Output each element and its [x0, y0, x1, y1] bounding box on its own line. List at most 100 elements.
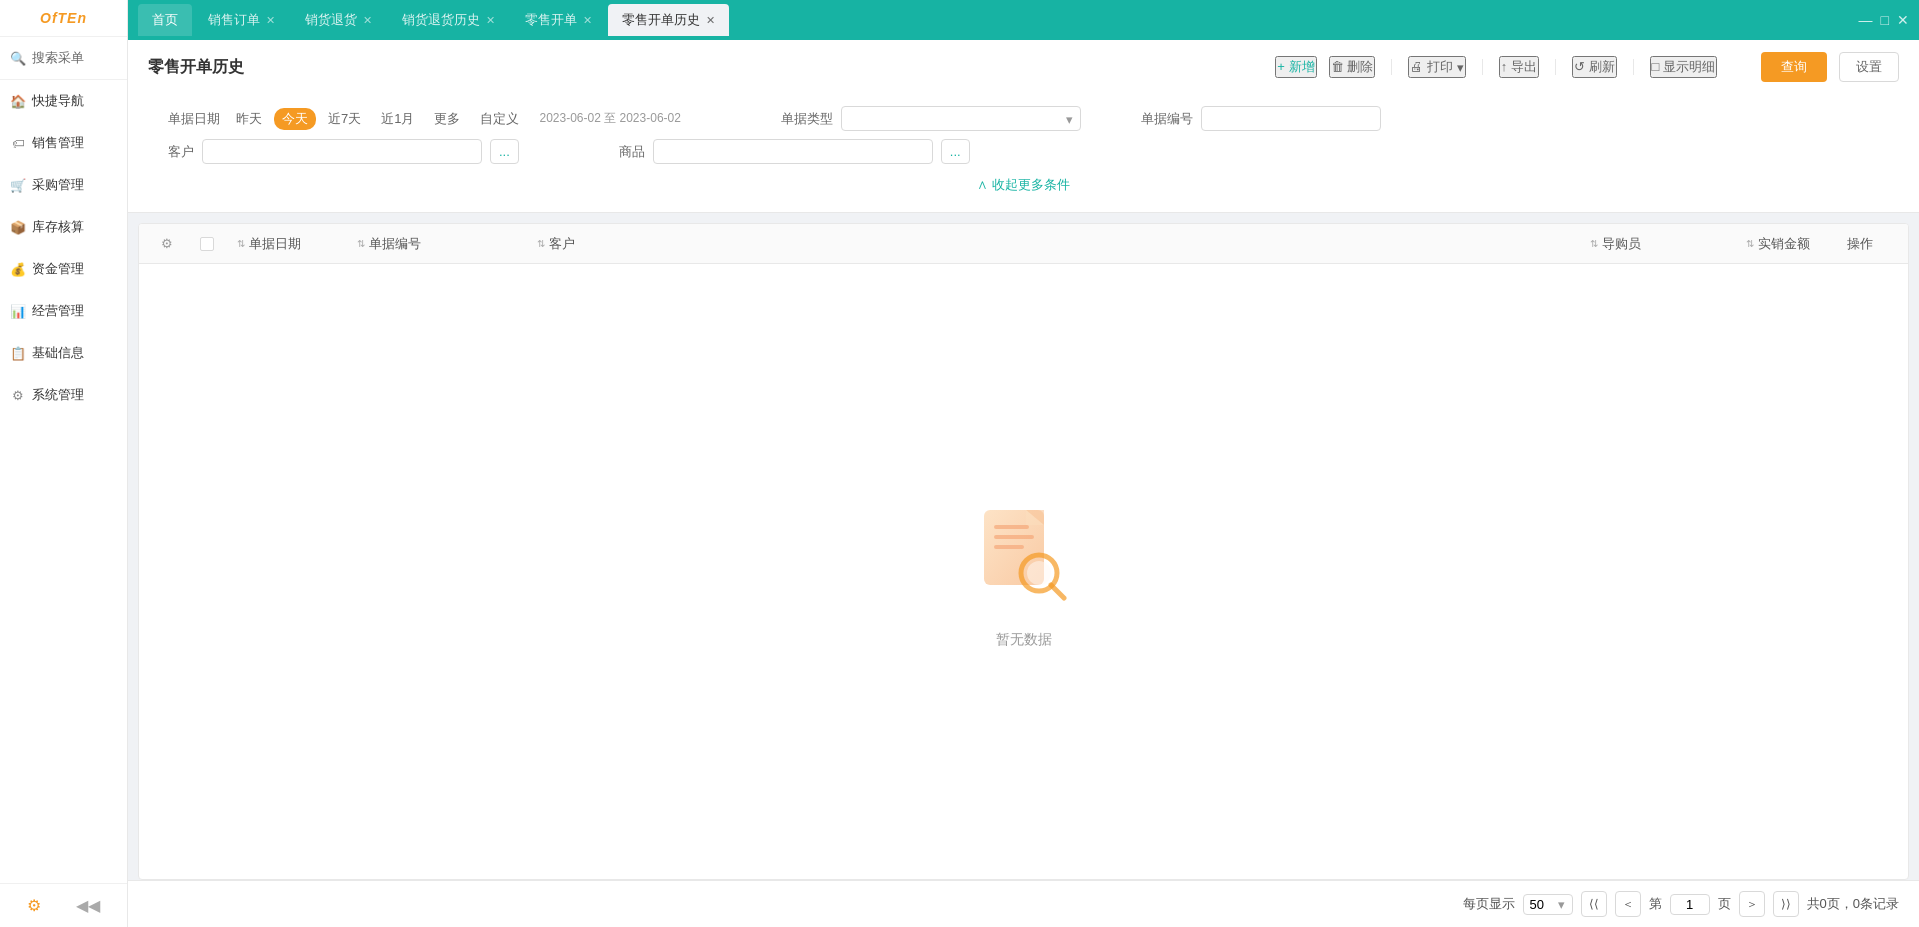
tab-retail-open-close[interactable]: ✕: [583, 14, 592, 27]
sort-number-icon[interactable]: ⇅: [357, 238, 365, 249]
table-body: 暂无数据: [139, 264, 1908, 879]
display-button[interactable]: □ 显示明细: [1650, 56, 1717, 78]
export-button[interactable]: ↑ 导出: [1499, 56, 1539, 78]
maximize-button[interactable]: □: [1881, 12, 1889, 28]
filter-row-2: 客户 ... 商品 ...: [148, 135, 1899, 168]
goods-ellipsis-button[interactable]: ...: [941, 139, 970, 164]
svg-point-7: [1027, 561, 1051, 585]
tab-retail-open-history-close[interactable]: ✕: [706, 14, 715, 27]
date-tab-more[interactable]: 更多: [426, 108, 468, 130]
query-button[interactable]: 查询: [1761, 52, 1827, 82]
date-tab-last7[interactable]: 近7天: [320, 108, 369, 130]
tab-sales-return-history[interactable]: 销货退货历史 ✕: [388, 4, 509, 36]
filter-date: 单据日期 昨天 今天 近7天 近1月 更多 自定义 2023-06-02 至 2…: [168, 108, 681, 130]
tab-home[interactable]: 首页: [138, 4, 192, 36]
collapse-button[interactable]: ∧ 收起更多条件: [977, 172, 1070, 198]
th-settings[interactable]: ⚙: [147, 228, 187, 259]
sidebar-item-label: 资金管理: [32, 260, 84, 278]
sidebar-item-quick-nav[interactable]: 🏠 快捷导航: [0, 80, 127, 122]
sidebar-search[interactable]: 🔍 搜索采单: [0, 37, 127, 80]
filter-row-1: 单据日期 昨天 今天 近7天 近1月 更多 自定义 2023-06-02 至 2…: [148, 102, 1899, 135]
doc-type-select[interactable]: [841, 106, 1081, 131]
sort-amount-icon[interactable]: ⇅: [1746, 238, 1754, 249]
page-input[interactable]: [1670, 894, 1710, 915]
set-button[interactable]: 设置: [1839, 52, 1899, 82]
tab-sales-return[interactable]: 销货退货 ✕: [291, 4, 386, 36]
svg-rect-2: [994, 535, 1034, 539]
sidebar-item-basic-info[interactable]: 📋 基础信息: [0, 332, 127, 374]
sidebar-item-label: 系统管理: [32, 386, 84, 404]
sidebar-item-inventory[interactable]: 📦 库存核算: [0, 206, 127, 248]
th-number: ⇅ 单据编号: [347, 227, 527, 261]
sidebar-search-label: 搜索采单: [32, 49, 84, 67]
sidebar-item-purchase-mgmt[interactable]: 🛒 采购管理: [0, 164, 127, 206]
brand-logo: OfTEn: [0, 0, 127, 37]
svg-rect-1: [994, 525, 1029, 529]
toolbar-divider3: [1555, 59, 1556, 75]
collapse-sidebar-icon[interactable]: ◀◀: [76, 896, 100, 915]
total-info: 共0页，0条记录: [1807, 895, 1899, 913]
close-button[interactable]: ✕: [1897, 12, 1909, 28]
first-page-button[interactable]: ⟨⟨: [1581, 891, 1607, 917]
minimize-button[interactable]: —: [1859, 12, 1873, 28]
warehouse-icon: 📦: [10, 219, 26, 235]
tab-sales-return-history-close[interactable]: ✕: [486, 14, 495, 27]
money-icon: 💰: [10, 261, 26, 277]
tab-sales-return-close[interactable]: ✕: [363, 14, 372, 27]
per-page-select[interactable]: 50 10 20 100: [1523, 894, 1573, 915]
sidebar-item-operations[interactable]: 📊 经营管理: [0, 290, 127, 332]
sidebar-item-sys-mgmt[interactable]: ⚙ 系统管理: [0, 374, 127, 416]
home-icon: 🏠: [10, 93, 26, 109]
filter-area: 单据日期 昨天 今天 近7天 近1月 更多 自定义 2023-06-02 至 2…: [148, 92, 1899, 212]
toolbar: + 新增 🗑 删除 🖨 打印 ▾ ↑ 导出: [1275, 52, 1899, 82]
date-tab-last-month[interactable]: 近1月: [373, 108, 422, 130]
filter-customer-label: 客户: [168, 143, 194, 161]
th-amount: ⇅ 实销金额: [1700, 227, 1820, 261]
info-icon: 📋: [10, 345, 26, 361]
settings-bottom-icon[interactable]: ⚙: [27, 896, 41, 915]
tab-retail-open[interactable]: 零售开单 ✕: [511, 4, 606, 36]
date-tab-custom[interactable]: 自定义: [472, 108, 527, 130]
print-dropdown-icon: ▾: [1457, 60, 1464, 75]
next-page-button[interactable]: ＞: [1739, 891, 1765, 917]
tab-sales-order-close[interactable]: ✕: [266, 14, 275, 27]
add-button[interactable]: + 新增: [1275, 56, 1316, 78]
sidebar-item-sales-mgmt[interactable]: 🏷 销售管理: [0, 122, 127, 164]
filter-collapse-row: ∧ 收起更多条件: [148, 168, 1899, 202]
empty-state-icon: [964, 495, 1084, 615]
svg-rect-3: [994, 545, 1024, 549]
sort-guide-icon[interactable]: ⇅: [1590, 238, 1598, 249]
filter-date-label: 单据日期: [168, 110, 220, 128]
sidebar-item-finance[interactable]: 💰 资金管理: [0, 248, 127, 290]
prev-page-button[interactable]: ＜: [1615, 891, 1641, 917]
page-title: 零售开单历史: [148, 57, 244, 78]
filter-goods: 商品 ...: [619, 139, 970, 164]
tab-home-label: 首页: [152, 11, 178, 29]
date-tab-yesterday[interactable]: 昨天: [228, 108, 270, 130]
per-page-label: 每页显示: [1463, 895, 1515, 913]
toolbar-divider4: [1633, 59, 1634, 75]
sort-customer-icon[interactable]: ⇅: [537, 238, 545, 249]
customer-ellipsis-button[interactable]: ...: [490, 139, 519, 164]
select-all-checkbox[interactable]: [200, 237, 214, 251]
date-tabs: 昨天 今天 近7天 近1月 更多 自定义: [228, 108, 527, 130]
date-tab-today[interactable]: 今天: [274, 108, 316, 130]
th-customer: ⇅ 客户: [527, 227, 1580, 261]
doc-number-input[interactable]: [1201, 106, 1381, 131]
date-range-display: 2023-06-02 至 2023-06-02: [539, 110, 680, 127]
pagination: 每页显示 50 10 20 100 ⟨⟨ ＜ 第 页 ＞ ⟩⟩ 共0页，0条记录: [128, 880, 1919, 927]
chart-icon: 📊: [10, 303, 26, 319]
delete-button[interactable]: 🗑 删除: [1329, 56, 1376, 78]
filter-doc-type-label: 单据类型: [781, 110, 833, 128]
filter-doc-number: 单据编号: [1141, 106, 1381, 131]
goods-input[interactable]: [653, 139, 933, 164]
sort-date-icon[interactable]: ⇅: [237, 238, 245, 249]
th-date: ⇅ 单据日期: [227, 227, 347, 261]
tab-retail-open-history[interactable]: 零售开单历史 ✕: [608, 4, 729, 36]
print-button[interactable]: 🖨 打印 ▾: [1408, 56, 1466, 78]
tab-sales-order[interactable]: 销售订单 ✕: [194, 4, 289, 36]
tag-icon: 🏷: [10, 135, 26, 151]
last-page-button[interactable]: ⟩⟩: [1773, 891, 1799, 917]
refresh-button[interactable]: ↺ 刷新: [1572, 56, 1617, 78]
customer-input[interactable]: [202, 139, 482, 164]
